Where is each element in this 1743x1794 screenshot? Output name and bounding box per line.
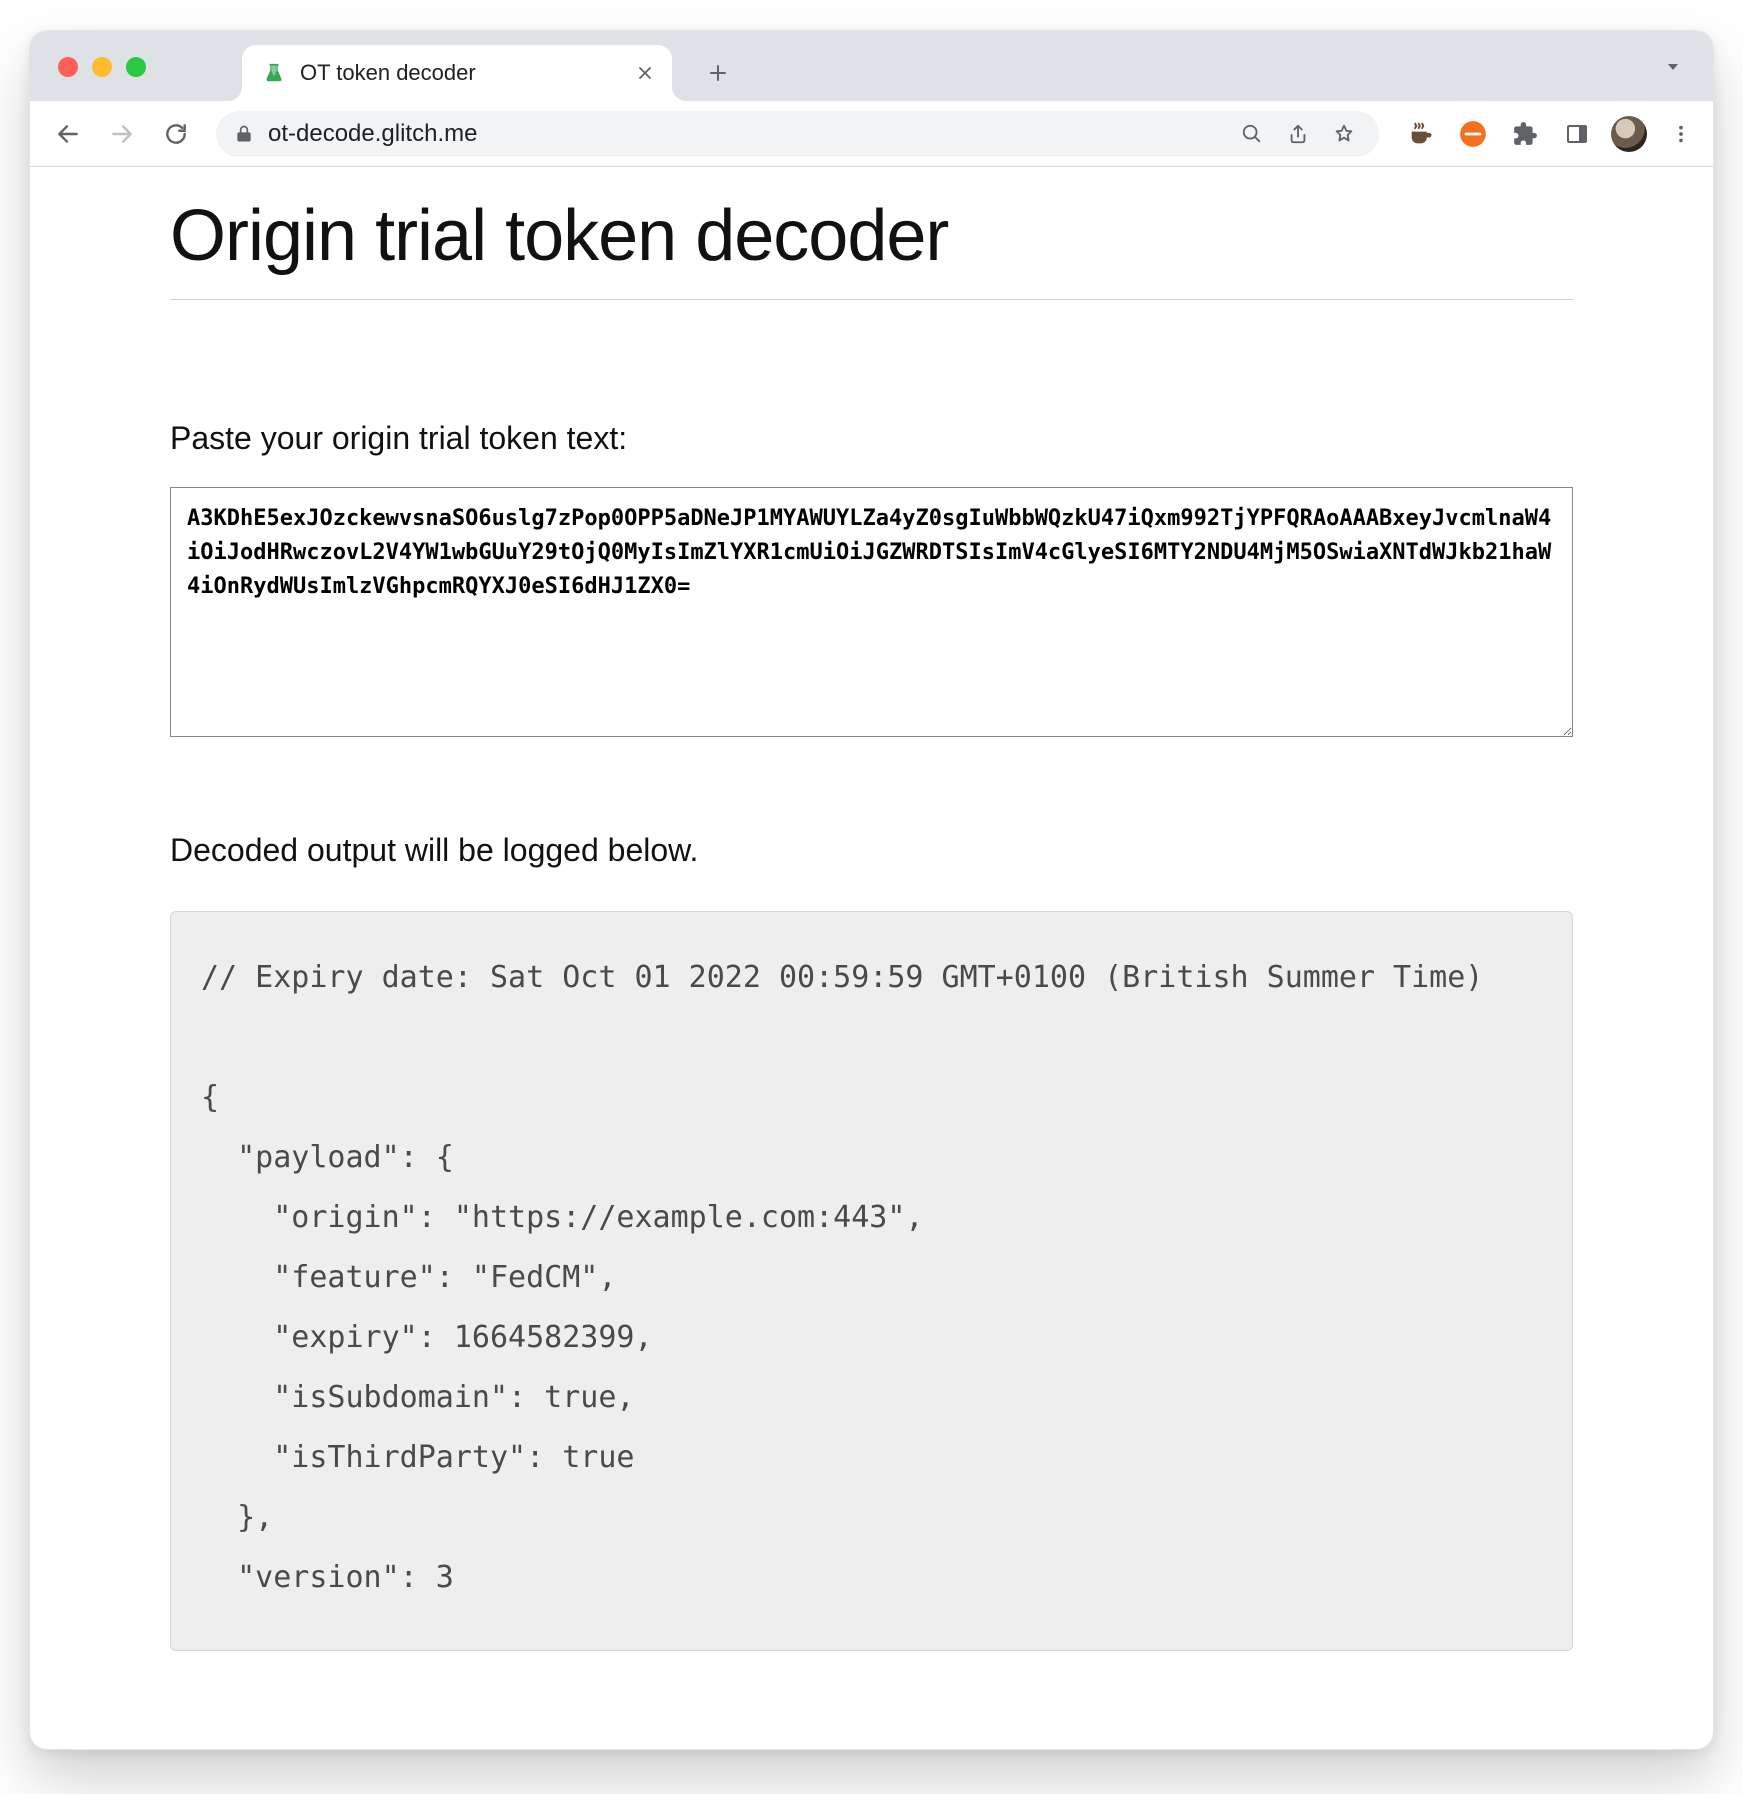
kebab-menu-icon[interactable]: [1663, 116, 1699, 152]
fullscreen-window-button[interactable]: [126, 57, 146, 77]
close-tab-button[interactable]: [632, 60, 658, 86]
lock-icon: [234, 124, 254, 144]
tab-search-dropdown[interactable]: [1659, 53, 1687, 81]
tabs-strip: OT token decoder: [242, 31, 740, 101]
toolbar: [30, 101, 1713, 167]
back-button[interactable]: [44, 110, 92, 158]
search-icon[interactable]: [1235, 117, 1269, 151]
page-heading: Origin trial token decoder: [170, 195, 1573, 277]
paste-label: Paste your origin trial token text:: [170, 420, 1573, 457]
coffee-extension-icon[interactable]: [1403, 116, 1439, 152]
page-content: Origin trial token decoder Paste your or…: [30, 167, 1713, 1749]
extensions-puzzle-icon[interactable]: [1507, 116, 1543, 152]
bookmark-star-icon[interactable]: [1327, 117, 1361, 151]
browser-tab[interactable]: OT token decoder: [242, 45, 672, 101]
close-window-button[interactable]: [58, 57, 78, 77]
url-input[interactable]: [268, 120, 1221, 148]
new-tab-button[interactable]: [696, 51, 740, 95]
orange-circle-extension-icon[interactable]: [1455, 116, 1491, 152]
window-controls: [58, 57, 146, 77]
tab-title: OT token decoder: [300, 60, 618, 86]
profile-avatar[interactable]: [1611, 116, 1647, 152]
title-bar: OT token decoder: [30, 31, 1713, 101]
test-tube-icon: [262, 61, 286, 85]
extension-icons: [1403, 116, 1699, 152]
side-panel-icon[interactable]: [1559, 116, 1595, 152]
heading-divider: [170, 299, 1573, 300]
token-textarea[interactable]: [170, 487, 1573, 737]
minimize-window-button[interactable]: [92, 57, 112, 77]
decoded-output: // Expiry date: Sat Oct 01 2022 00:59:59…: [170, 911, 1573, 1651]
address-bar[interactable]: [216, 111, 1379, 157]
forward-button[interactable]: [98, 110, 146, 158]
reload-button[interactable]: [152, 110, 200, 158]
omnibox-actions: [1235, 117, 1361, 151]
share-icon[interactable]: [1281, 117, 1315, 151]
browser-window: OT token decoder: [29, 30, 1714, 1750]
output-label: Decoded output will be logged below.: [170, 832, 1573, 869]
